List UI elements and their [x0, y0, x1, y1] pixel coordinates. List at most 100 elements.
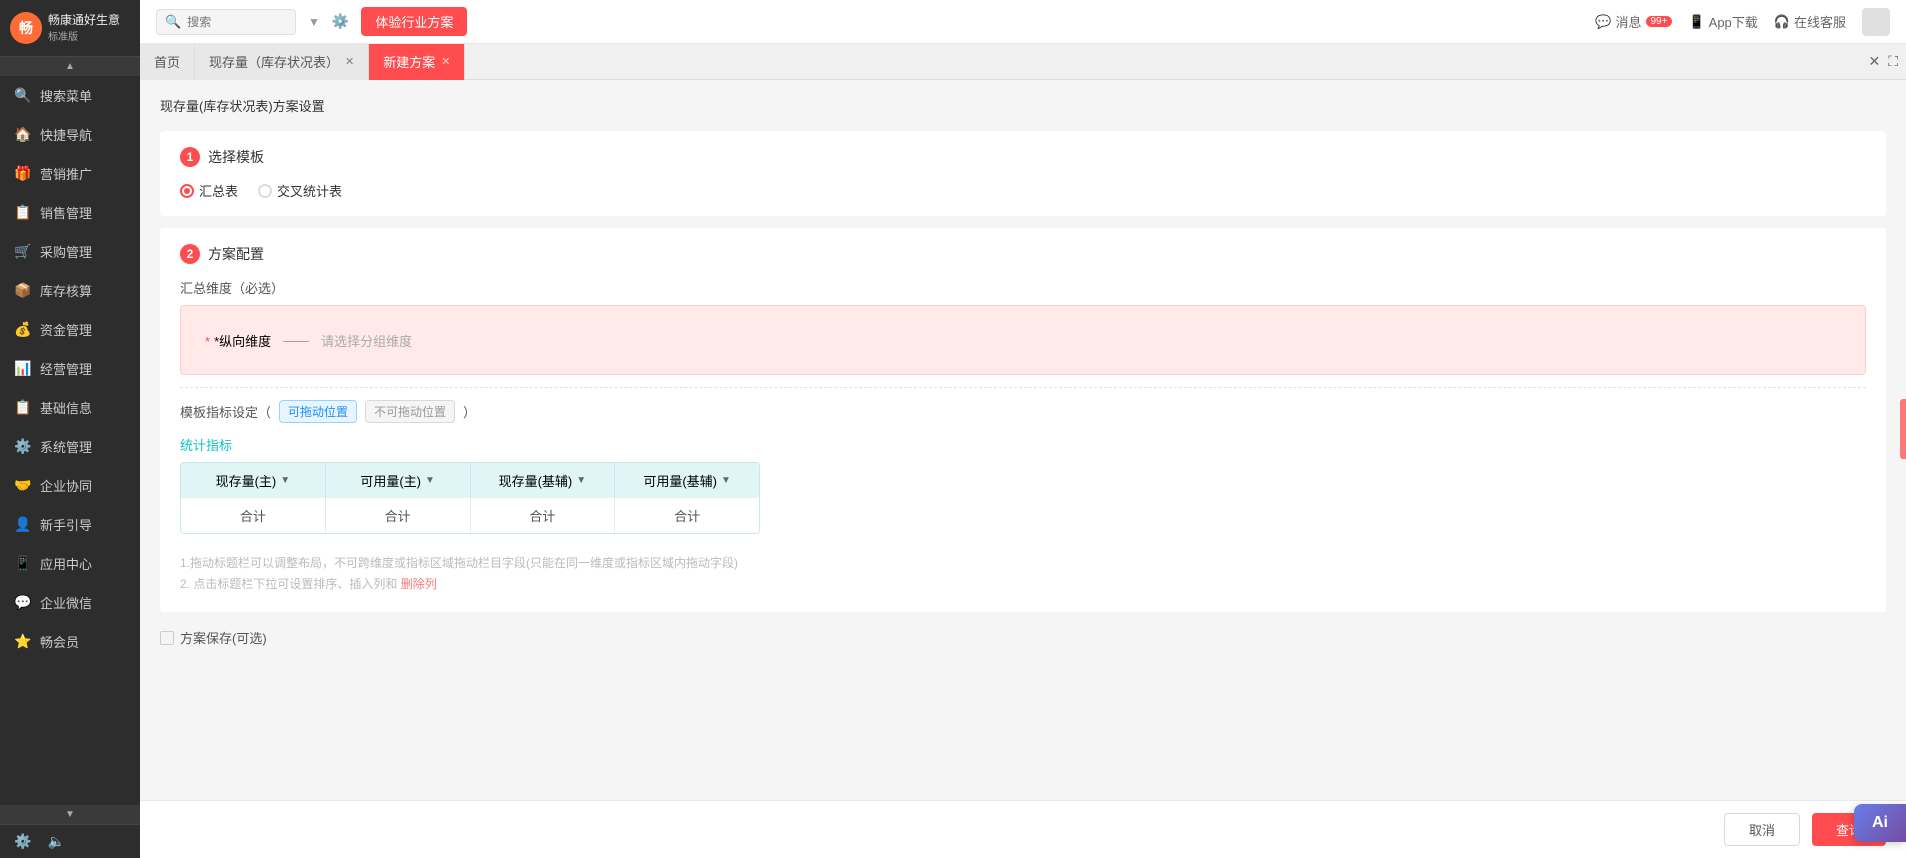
- avatar[interactable]: [1862, 8, 1890, 36]
- vertical-dim-label: *纵向维度: [214, 334, 271, 349]
- col-label-0: 现存量(主): [216, 471, 277, 490]
- chat-icon: 💬: [14, 594, 32, 612]
- star-icon: ⭐: [14, 633, 32, 651]
- tab-new-plan-label: 新建方案: [383, 52, 435, 71]
- sidebar-item-search-menu[interactable]: 🔍 搜索菜单: [0, 76, 140, 115]
- volume-icon[interactable]: 🔈: [47, 833, 64, 850]
- tab-expand-icon[interactable]: ⛶: [1888, 53, 1898, 70]
- sidebar-item-sales[interactable]: 📋 销售管理: [0, 193, 140, 232]
- radio-summary[interactable]: 汇总表: [180, 181, 238, 200]
- dimension-area: **纵向维度 —— 请选择分组维度: [180, 305, 1866, 375]
- mobile-icon: 📱: [14, 555, 32, 573]
- tip2-prefix: 2. 点击标题栏下拉可设置排序、插入列和: [180, 577, 397, 591]
- main-area: 🔍 ▼ ⚙️ 体验行业方案 💬 消息 99+ 📱 App下载 🎧 在线客服: [140, 0, 1906, 858]
- tab-home[interactable]: 首页: [140, 44, 195, 80]
- cancel-button[interactable]: 取消: [1724, 813, 1800, 846]
- col-label-3: 可用量(基辅): [643, 471, 717, 490]
- topbar-right: 💬 消息 99+ 📱 App下载 🎧 在线客服: [1595, 8, 1890, 36]
- dim-required-mark: **纵向维度: [205, 331, 271, 350]
- stats-body-3: 合计: [615, 498, 759, 533]
- step2-title: 方案配置: [208, 244, 264, 264]
- sidebar-item-label: 应用中心: [40, 554, 92, 573]
- stats-body-0: 合计: [181, 498, 326, 533]
- home-icon: 🏠: [14, 126, 32, 144]
- app-download-label: App下载: [1709, 12, 1758, 31]
- draggable-badge: 可拖动位置: [279, 400, 357, 423]
- messages-btn[interactable]: 💬 消息 99+: [1595, 12, 1672, 31]
- headset-icon: 🎧: [1774, 14, 1790, 30]
- app-edition: 标准版: [48, 28, 120, 43]
- dropdown-arrow[interactable]: ▼: [308, 15, 320, 29]
- trial-btn[interactable]: 体验行业方案: [361, 7, 467, 36]
- radio-summary-circle: [180, 184, 194, 198]
- tips-section: 1.拖动标题栏可以调整布局，不可跨维度或指标区域拖动栏目字段(只能在同一维度或指…: [180, 554, 1866, 592]
- indicator-label-end: ）: [463, 402, 476, 421]
- sidebar-item-enterprise[interactable]: 🤝 企业协同: [0, 466, 140, 505]
- sidebar-item-label: 系统管理: [40, 437, 92, 456]
- stats-col-header-0[interactable]: 现存量(主) ▼: [181, 463, 326, 498]
- right-scroll-handle[interactable]: [1900, 399, 1906, 459]
- sidebar-item-system[interactable]: ⚙️ 系统管理: [0, 427, 140, 466]
- phone-icon: 📱: [1688, 14, 1704, 30]
- tip1: 1.拖动标题栏可以调整布局，不可跨维度或指标区域拖动栏目字段(只能在同一维度或指…: [180, 554, 1866, 571]
- indicator-setting: 模板指标设定（ 可拖动位置 不可拖动位置 ）: [180, 400, 1866, 423]
- sidebar-item-wechat[interactable]: 💬 企业微信: [0, 583, 140, 622]
- radio-cross[interactable]: 交叉统计表: [258, 181, 342, 200]
- box-icon: 📦: [14, 282, 32, 300]
- sidebar-scroll-down[interactable]: ▼: [0, 805, 140, 824]
- footer: 取消 查询: [140, 800, 1906, 858]
- tab-new-plan[interactable]: 新建方案 ✕: [369, 44, 465, 80]
- save-option: 方案保存(可选): [160, 628, 1886, 647]
- settings-icon[interactable]: ⚙️: [14, 833, 31, 850]
- sidebar-item-new-user[interactable]: 👤 新手引导: [0, 505, 140, 544]
- sidebar-item-label: 快捷导航: [40, 125, 92, 144]
- topbar: 🔍 ▼ ⚙️ 体验行业方案 💬 消息 99+ 📱 App下载 🎧 在线客服: [140, 0, 1906, 44]
- dimension-label: 汇总维度（必选）: [180, 278, 1866, 297]
- col-arrow-2[interactable]: ▼: [576, 475, 586, 486]
- search-icon-top: 🔍: [165, 14, 181, 30]
- sidebar-scroll-up[interactable]: ▲: [0, 57, 140, 76]
- content-area: 现存量(库存状况表)方案设置 1 选择模板 汇总表 交叉统计表 2: [140, 80, 1906, 800]
- sidebar-item-basic-info[interactable]: 📋 基础信息: [0, 388, 140, 427]
- info-icon: 📋: [14, 399, 32, 417]
- sidebar-item-quick-nav[interactable]: 🏠 快捷导航: [0, 115, 140, 154]
- sidebar-item-inventory[interactable]: 📦 库存核算: [0, 271, 140, 310]
- col-arrow-0[interactable]: ▼: [280, 475, 290, 486]
- save-checkbox[interactable]: [160, 631, 174, 645]
- tab-inventory-close[interactable]: ✕: [345, 55, 354, 68]
- app-name: 畅康通好生意: [48, 13, 120, 29]
- sidebar-item-finance[interactable]: 💰 资金管理: [0, 310, 140, 349]
- radio-cross-circle: [258, 184, 272, 198]
- logo-icon: 畅: [10, 12, 42, 44]
- save-option-label: 方案保存(可选): [180, 628, 267, 647]
- sidebar-item-operations[interactable]: 📊 经营管理: [0, 349, 140, 388]
- topbar-search[interactable]: 🔍: [156, 9, 296, 35]
- col-arrow-1[interactable]: ▼: [425, 475, 435, 486]
- stats-table: 现存量(主) ▼ 可用量(主) ▼ 现存量(基辅) ▼ 可用量(基辅) ▼: [180, 462, 760, 534]
- ai-fab[interactable]: Ai: [1854, 804, 1906, 842]
- topbar-gear-icon[interactable]: ⚙️: [332, 13, 349, 30]
- sidebar-item-purchase[interactable]: 🛒 采购管理: [0, 232, 140, 271]
- tab-close-all-icon[interactable]: ✕: [1868, 53, 1880, 70]
- sidebar-item-label: 采购管理: [40, 242, 92, 261]
- sidebar-item-app-center[interactable]: 📱 应用中心: [0, 544, 140, 583]
- search-input[interactable]: [187, 15, 267, 29]
- stats-col-header-2[interactable]: 现存量(基辅) ▼: [471, 463, 616, 498]
- stats-col-header-1[interactable]: 可用量(主) ▼: [326, 463, 471, 498]
- tab-new-plan-close[interactable]: ✕: [441, 55, 450, 68]
- sidebar-logo: 畅 畅康通好生意 标准版: [0, 0, 140, 57]
- step2-header: 2 方案配置: [180, 244, 1866, 264]
- tip2-link[interactable]: 删除列: [401, 577, 437, 591]
- tab-inventory-status[interactable]: 现存量（库存状况表） ✕: [195, 44, 369, 80]
- col-arrow-3[interactable]: ▼: [721, 475, 731, 486]
- step1-badge: 1: [180, 147, 200, 167]
- app-download-btn[interactable]: 📱 App下载: [1688, 12, 1757, 31]
- dim-placeholder: 请选择分组维度: [321, 331, 412, 350]
- sidebar-item-marketing[interactable]: 🎁 营销推广: [0, 154, 140, 193]
- online-service-btn[interactable]: 🎧 在线客服: [1774, 12, 1846, 31]
- step1-header: 1 选择模板: [180, 147, 1866, 167]
- stats-col-header-3[interactable]: 可用量(基辅) ▼: [615, 463, 759, 498]
- gear-icon: ⚙️: [14, 438, 32, 456]
- sidebar-item-member[interactable]: ⭐ 畅会员: [0, 622, 140, 661]
- cart-icon: 🛒: [14, 243, 32, 261]
